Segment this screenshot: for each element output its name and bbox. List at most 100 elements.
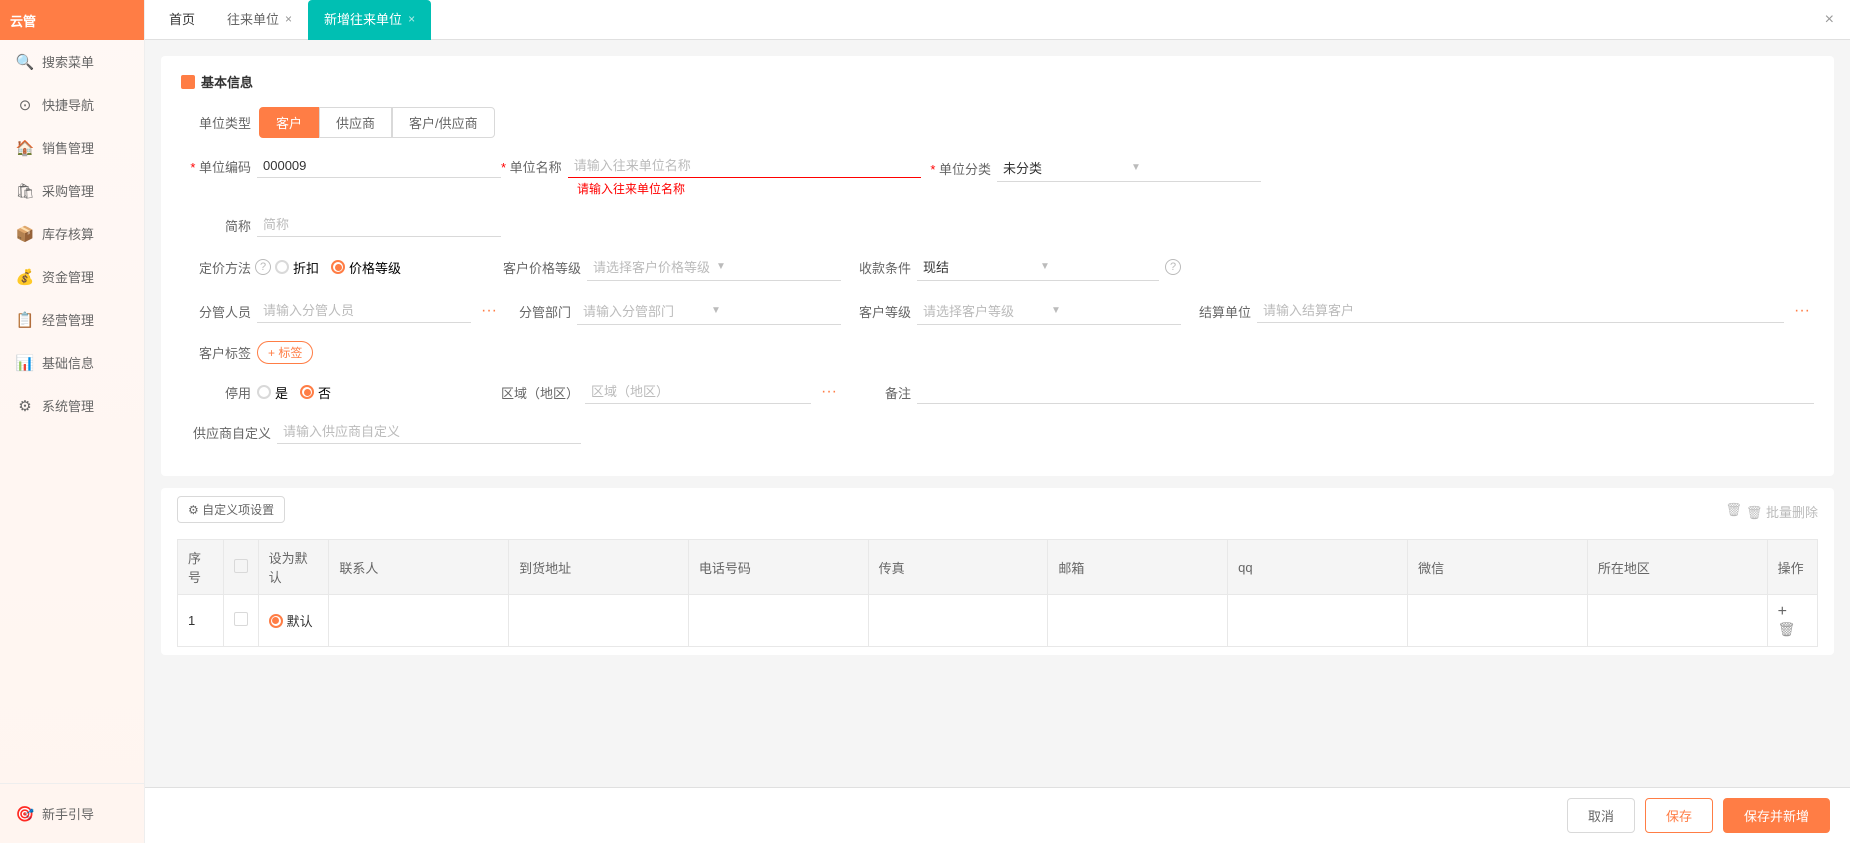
section-title: 基本信息	[181, 72, 1814, 91]
unit-name-error: 请输入往来单位名称	[577, 180, 921, 197]
batch-delete-btn[interactable]: 🗑 🗑 批量删除	[1725, 502, 1818, 521]
cell-email[interactable]	[1048, 595, 1228, 647]
custom-settings-button[interactable]: ⚙ 自定义项设置	[177, 496, 285, 523]
manager-more-btn[interactable]: ···	[477, 302, 501, 320]
row-checkbox[interactable]	[234, 612, 248, 626]
save-button[interactable]: 保存	[1645, 798, 1713, 833]
tab-partners[interactable]: 往来单位 ×	[211, 0, 308, 40]
unit-type-row: 单位类型 客户 供应商 客户/供应商	[181, 107, 1814, 138]
cell-fax[interactable]	[868, 595, 1048, 647]
purchase-icon: 🛍	[16, 182, 34, 200]
radio-price-level[interactable]: 价格等级	[331, 258, 401, 277]
type-btn-supplier[interactable]: 供应商	[319, 107, 392, 138]
supplier-custom-input[interactable]	[277, 420, 581, 444]
unit-code-input[interactable]	[257, 154, 501, 178]
fax-input[interactable]	[879, 613, 1038, 628]
cell-qq[interactable]	[1228, 595, 1408, 647]
manager-input[interactable]	[257, 299, 471, 323]
unit-category-select[interactable]: 未分类 ▼	[997, 154, 1261, 182]
customer-level-field: 客户等级 请选择客户等级 ▼	[841, 297, 1181, 325]
save-new-button[interactable]: 保存并新增	[1723, 798, 1830, 833]
cell-location[interactable]	[1587, 595, 1767, 647]
settlement-input[interactable]	[1257, 299, 1784, 323]
sidebar-item-search[interactable]: 🔍 搜索菜单	[0, 40, 144, 83]
email-input[interactable]	[1058, 613, 1217, 628]
cell-address[interactable]	[509, 595, 689, 647]
address-input[interactable]	[519, 613, 678, 628]
radio-discount[interactable]: 折扣	[275, 258, 319, 277]
region-field: 区域（地区） ···	[501, 380, 841, 404]
category-dropdown-arrow: ▼	[1131, 162, 1255, 173]
tab-bar-global-close[interactable]: ×	[1817, 7, 1842, 33]
unit-category-field: 单位分类 未分类 ▼	[921, 154, 1261, 182]
shortname-input[interactable]	[257, 213, 501, 237]
supplier-custom-field: 供应商自定义	[181, 420, 581, 444]
tab-partners-close[interactable]: ×	[285, 12, 292, 26]
tab-new-partner[interactable]: 新增往来单位 ×	[308, 0, 431, 40]
add-row-button[interactable]: +	[1778, 603, 1787, 621]
cell-phone[interactable]	[688, 595, 868, 647]
sidebar-item-quick-nav[interactable]: ⊙ 快捷导航	[0, 83, 144, 126]
sidebar-item-guide[interactable]: 🎯 新手引导	[0, 792, 144, 835]
payment-terms-label: 收款条件	[841, 258, 911, 277]
guide-icon: 🎯	[16, 805, 34, 823]
unit-name-input[interactable]	[568, 154, 921, 178]
region-input[interactable]	[585, 380, 811, 404]
region-more-btn[interactable]: ···	[817, 383, 841, 401]
pricing-row: 定价方法 ? 折扣 价格等级 客户价格等级	[181, 253, 1814, 281]
col-phone: 电话号码	[688, 540, 868, 595]
sidebar-item-basic-info[interactable]: 📊 基础信息	[0, 341, 144, 384]
payment-terms-select[interactable]: 现结 ▼	[917, 253, 1159, 281]
shortname-label: 简称	[181, 216, 251, 235]
select-all-checkbox[interactable]	[234, 559, 248, 573]
customer-price-select[interactable]: 请选择客户价格等级 ▼	[587, 253, 841, 281]
sidebar-item-sales[interactable]: 🏠 销售管理	[0, 126, 144, 169]
payment-terms-field: 收款条件 现结 ▼ ?	[841, 253, 1181, 281]
sidebar-item-purchase[interactable]: 🛍 采购管理	[0, 169, 144, 212]
finance-icon: 💰	[16, 268, 34, 286]
sidebar-item-finance[interactable]: 💰 资金管理	[0, 255, 144, 298]
add-tag-button[interactable]: + 标签	[257, 341, 313, 364]
sidebar-item-inventory[interactable]: 📦 库存核算	[0, 212, 144, 255]
payment-terms-help-icon[interactable]: ?	[1165, 259, 1181, 275]
phone-input[interactable]	[699, 613, 858, 628]
sidebar-item-operation[interactable]: 📋 经营管理	[0, 298, 144, 341]
cell-contact[interactable]	[329, 595, 509, 647]
payment-terms-arrow: ▼	[1040, 261, 1153, 272]
section-icon	[181, 75, 195, 89]
qq-input[interactable]	[1238, 613, 1397, 628]
radio-yes[interactable]: 是	[257, 383, 288, 402]
basic-info-card: 基本信息 单位类型 客户 供应商 客户/供应商 单位编码	[161, 56, 1834, 476]
col-default: 设为默认	[258, 540, 329, 595]
tag-field: 客户标签 + 标签	[181, 341, 1814, 364]
row-default-circle	[269, 614, 283, 628]
col-address: 到货地址	[509, 540, 689, 595]
radio-no[interactable]: 否	[300, 383, 331, 402]
settlement-more-btn[interactable]: ···	[1790, 302, 1814, 320]
col-email: 邮箱	[1048, 540, 1228, 595]
sidebar-logo: 云管	[0, 0, 144, 40]
tab-home[interactable]: 首页	[153, 0, 211, 40]
wechat-input[interactable]	[1418, 613, 1577, 628]
location-input[interactable]	[1598, 613, 1757, 628]
type-btn-both[interactable]: 客户/供应商	[392, 107, 495, 138]
remark-input[interactable]	[917, 380, 1814, 404]
customer-level-select[interactable]: 请选择客户等级 ▼	[917, 297, 1181, 325]
contact-input[interactable]	[339, 613, 498, 628]
tab-bar: 首页 往来单位 × 新增往来单位 × ×	[145, 0, 1850, 40]
delete-row-button[interactable]: 🗑	[1778, 621, 1796, 638]
sidebar-item-system[interactable]: ⚙ 系统管理	[0, 384, 144, 427]
cell-default: 默认	[258, 595, 329, 647]
table-section: ⚙ 自定义项设置 🗑 🗑 批量删除 序号 设为默认 联系人 到货地址 电话号码	[161, 488, 1834, 655]
row-default-radio[interactable]: 默认	[269, 611, 319, 630]
pricing-help-icon[interactable]: ?	[255, 259, 271, 275]
type-btn-customer[interactable]: 客户	[259, 107, 319, 138]
tab-new-partner-close[interactable]: ×	[408, 12, 415, 26]
operation-icon: 📋	[16, 311, 34, 329]
cancel-button[interactable]: 取消	[1567, 798, 1635, 833]
unit-name-field-wrap: 单位名称 请输入往来单位名称	[501, 154, 921, 197]
unit-name-field: 单位名称	[501, 154, 921, 178]
cell-wechat[interactable]	[1408, 595, 1588, 647]
col-contact: 联系人	[329, 540, 509, 595]
dept-select[interactable]: 请输入分管部门 ▼	[577, 297, 841, 325]
